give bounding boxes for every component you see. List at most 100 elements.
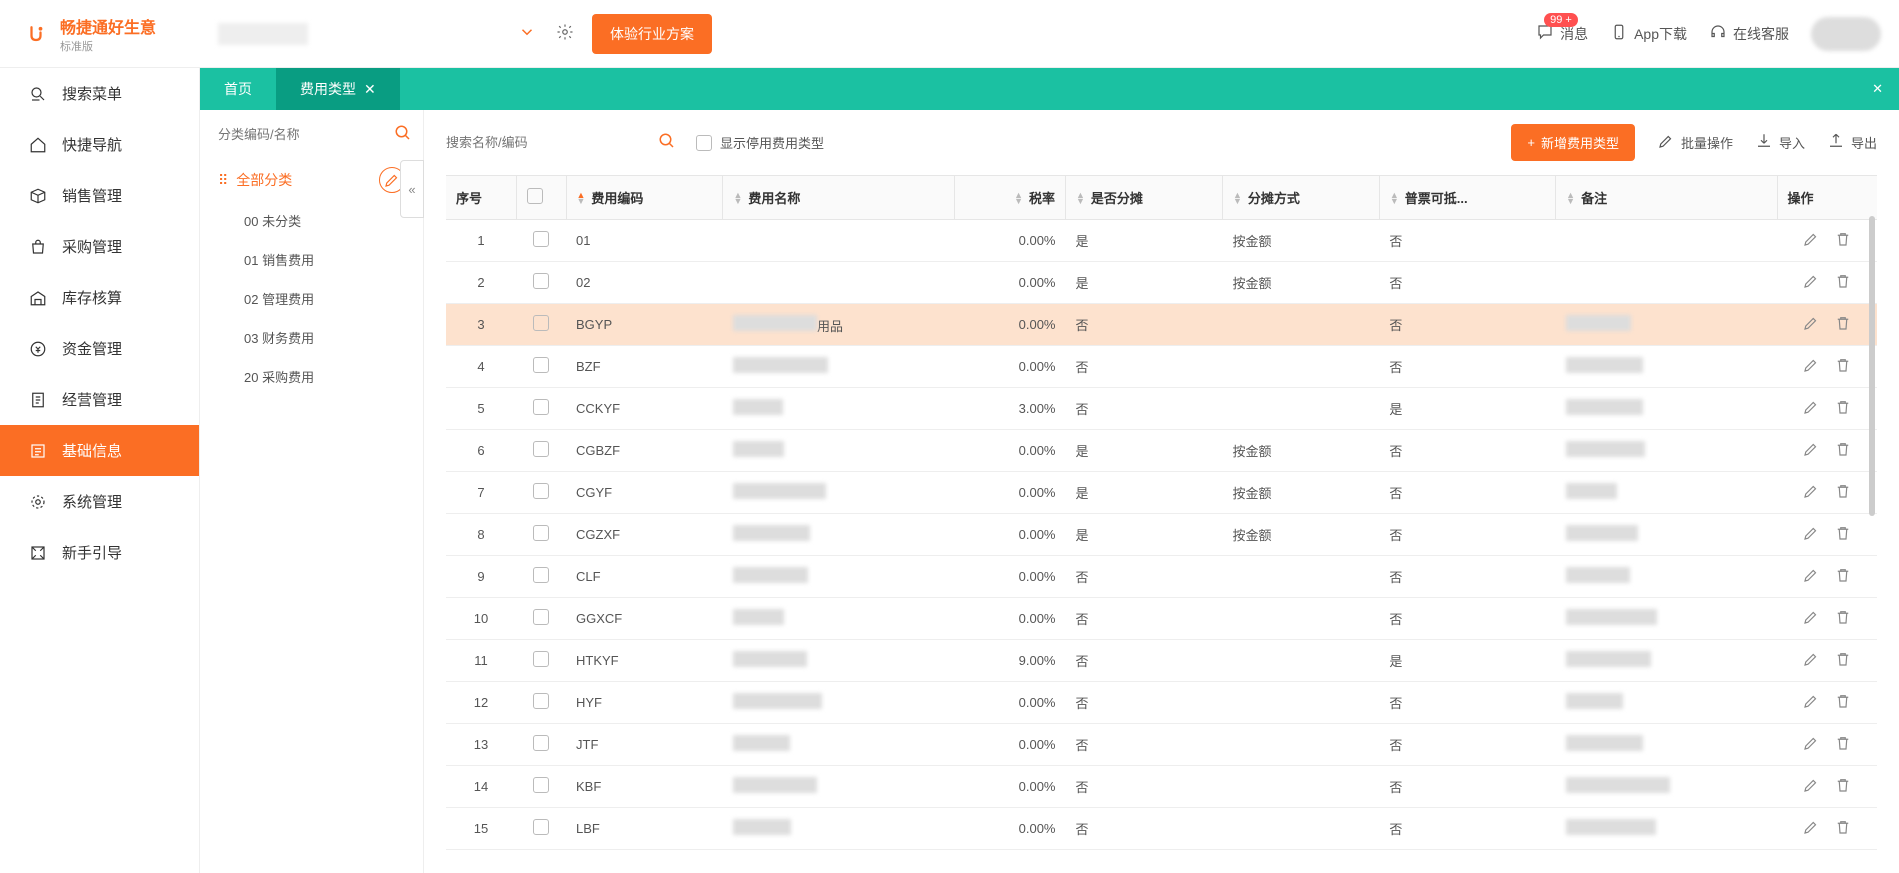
cell-checkbox[interactable] bbox=[516, 724, 566, 766]
search-icon[interactable] bbox=[394, 124, 412, 145]
customer-service-link[interactable]: 在线客服 bbox=[1709, 23, 1789, 44]
tab-home[interactable]: 首页 bbox=[200, 68, 276, 110]
row-delete-icon[interactable] bbox=[1834, 566, 1852, 587]
row-edit-icon[interactable] bbox=[1802, 566, 1820, 587]
row-edit-icon[interactable] bbox=[1802, 818, 1820, 839]
sidebar-item-finance[interactable]: 资金管理 bbox=[0, 323, 199, 374]
category-item[interactable]: 20 采购费用 bbox=[200, 357, 423, 396]
row-delete-icon[interactable] bbox=[1834, 440, 1852, 461]
row-delete-icon[interactable] bbox=[1834, 482, 1852, 503]
category-item[interactable]: 00 未分类 bbox=[200, 201, 423, 240]
category-item[interactable]: 02 管理费用 bbox=[200, 279, 423, 318]
tabs-close-all[interactable]: ✕ bbox=[1856, 68, 1899, 110]
th-remark[interactable]: ▲▼备注 bbox=[1556, 176, 1777, 220]
cell-checkbox[interactable] bbox=[516, 766, 566, 808]
row-delete-icon[interactable] bbox=[1834, 650, 1852, 671]
cell-checkbox[interactable] bbox=[516, 640, 566, 682]
cell-checkbox[interactable] bbox=[516, 682, 566, 724]
row-edit-icon[interactable] bbox=[1802, 398, 1820, 419]
th-deduct[interactable]: ▲▼普票可抵... bbox=[1379, 176, 1555, 220]
cell-checkbox[interactable] bbox=[516, 556, 566, 598]
sidebar-item-sales[interactable]: 销售管理 bbox=[0, 170, 199, 221]
search-icon[interactable] bbox=[658, 132, 676, 153]
table-row[interactable]: 3BGYP用品0.00%否否 bbox=[446, 304, 1877, 346]
row-edit-icon[interactable] bbox=[1802, 650, 1820, 671]
row-edit-icon[interactable] bbox=[1802, 734, 1820, 755]
cell-checkbox[interactable] bbox=[516, 220, 566, 262]
cell-checkbox[interactable] bbox=[516, 808, 566, 850]
table-search-input[interactable] bbox=[446, 135, 658, 150]
row-delete-icon[interactable] bbox=[1834, 356, 1852, 377]
row-edit-icon[interactable] bbox=[1802, 776, 1820, 797]
table-row[interactable]: 5CCKYF3.00%否是 bbox=[446, 388, 1877, 430]
sidebar-item-quick-nav[interactable]: 快捷导航 bbox=[0, 119, 199, 170]
row-edit-icon[interactable] bbox=[1802, 608, 1820, 629]
table-search[interactable] bbox=[446, 132, 676, 154]
row-delete-icon[interactable] bbox=[1834, 230, 1852, 251]
table-row[interactable]: 4BZF0.00%否否 bbox=[446, 346, 1877, 388]
cell-checkbox[interactable] bbox=[516, 388, 566, 430]
avatar[interactable] bbox=[1811, 17, 1881, 51]
row-delete-icon[interactable] bbox=[1834, 314, 1852, 335]
category-root[interactable]: ⠿ 全部分类 bbox=[200, 159, 423, 201]
sidebar-item-basic-info[interactable]: 基础信息 bbox=[0, 425, 199, 476]
scrollbar[interactable] bbox=[1869, 216, 1875, 516]
add-expense-button[interactable]: + 新增费用类型 bbox=[1511, 124, 1635, 161]
row-delete-icon[interactable] bbox=[1834, 692, 1852, 713]
batch-ops-link[interactable]: 批量操作 bbox=[1657, 132, 1733, 153]
table-row[interactable]: 12HYF0.00%否否 bbox=[446, 682, 1877, 724]
table-row[interactable]: 10GGXCF0.00%否否 bbox=[446, 598, 1877, 640]
sidebar-item-guide[interactable]: 新手引导 bbox=[0, 527, 199, 578]
cell-checkbox[interactable] bbox=[516, 430, 566, 472]
table-row[interactable]: 11HTKYF9.00%否是 bbox=[446, 640, 1877, 682]
sidebar-item-purchase[interactable]: 采购管理 bbox=[0, 221, 199, 272]
row-edit-icon[interactable] bbox=[1802, 230, 1820, 251]
category-item[interactable]: 03 财务费用 bbox=[200, 318, 423, 357]
table-row[interactable]: 7CGYF0.00%是按金额否 bbox=[446, 472, 1877, 514]
category-search-input[interactable] bbox=[218, 127, 394, 142]
th-share[interactable]: ▲▼是否分摊 bbox=[1066, 176, 1223, 220]
row-delete-icon[interactable] bbox=[1834, 818, 1852, 839]
row-delete-icon[interactable] bbox=[1834, 776, 1852, 797]
th-seq[interactable]: 序号 bbox=[446, 176, 516, 220]
show-disabled-checkbox[interactable]: 显示停用费用类型 bbox=[696, 133, 824, 152]
sidebar-item-search-menu[interactable]: 搜索菜单 bbox=[0, 68, 199, 119]
import-link[interactable]: 导入 bbox=[1755, 132, 1805, 153]
cta-button[interactable]: 体验行业方案 bbox=[592, 14, 712, 54]
table-row[interactable]: 8CGZXF0.00%是按金额否 bbox=[446, 514, 1877, 556]
th-rate[interactable]: ▲▼税率 bbox=[955, 176, 1066, 220]
cell-checkbox[interactable] bbox=[516, 598, 566, 640]
table-row[interactable]: 15LBF0.00%否否 bbox=[446, 808, 1877, 850]
row-delete-icon[interactable] bbox=[1834, 272, 1852, 293]
cell-checkbox[interactable] bbox=[516, 304, 566, 346]
cell-checkbox[interactable] bbox=[516, 346, 566, 388]
cell-checkbox[interactable] bbox=[516, 472, 566, 514]
category-item[interactable]: 01 销售费用 bbox=[200, 240, 423, 279]
th-name[interactable]: ▲▼费用名称 bbox=[723, 176, 955, 220]
cell-checkbox[interactable] bbox=[516, 514, 566, 556]
row-edit-icon[interactable] bbox=[1802, 524, 1820, 545]
row-edit-icon[interactable] bbox=[1802, 692, 1820, 713]
row-delete-icon[interactable] bbox=[1834, 524, 1852, 545]
table-row[interactable]: 14KBF0.00%否否 bbox=[446, 766, 1877, 808]
cell-checkbox[interactable] bbox=[516, 262, 566, 304]
tab-expense-type[interactable]: 费用类型 ✕ bbox=[276, 68, 400, 110]
row-edit-icon[interactable] bbox=[1802, 440, 1820, 461]
table-row[interactable]: 1010.00%是按金额否 bbox=[446, 220, 1877, 262]
row-delete-icon[interactable] bbox=[1834, 734, 1852, 755]
company-selector[interactable] bbox=[218, 23, 536, 45]
messages-link[interactable]: 99 + 消息 bbox=[1536, 23, 1588, 44]
app-download-link[interactable]: App下载 bbox=[1610, 23, 1687, 44]
table-row[interactable]: 2020.00%是按金额否 bbox=[446, 262, 1877, 304]
collapse-panel-button[interactable]: « bbox=[400, 160, 424, 218]
row-edit-icon[interactable] bbox=[1802, 482, 1820, 503]
th-mode[interactable]: ▲▼分摊方式 bbox=[1222, 176, 1379, 220]
gear-icon[interactable] bbox=[556, 23, 574, 44]
row-edit-icon[interactable] bbox=[1802, 272, 1820, 293]
sidebar-item-business[interactable]: 经营管理 bbox=[0, 374, 199, 425]
table-row[interactable]: 6CGBZF0.00%是按金额否 bbox=[446, 430, 1877, 472]
export-link[interactable]: 导出 bbox=[1827, 132, 1877, 153]
sidebar-item-inventory[interactable]: 库存核算 bbox=[0, 272, 199, 323]
table-row[interactable]: 13JTF0.00%否否 bbox=[446, 724, 1877, 766]
th-checkbox[interactable] bbox=[516, 176, 566, 220]
